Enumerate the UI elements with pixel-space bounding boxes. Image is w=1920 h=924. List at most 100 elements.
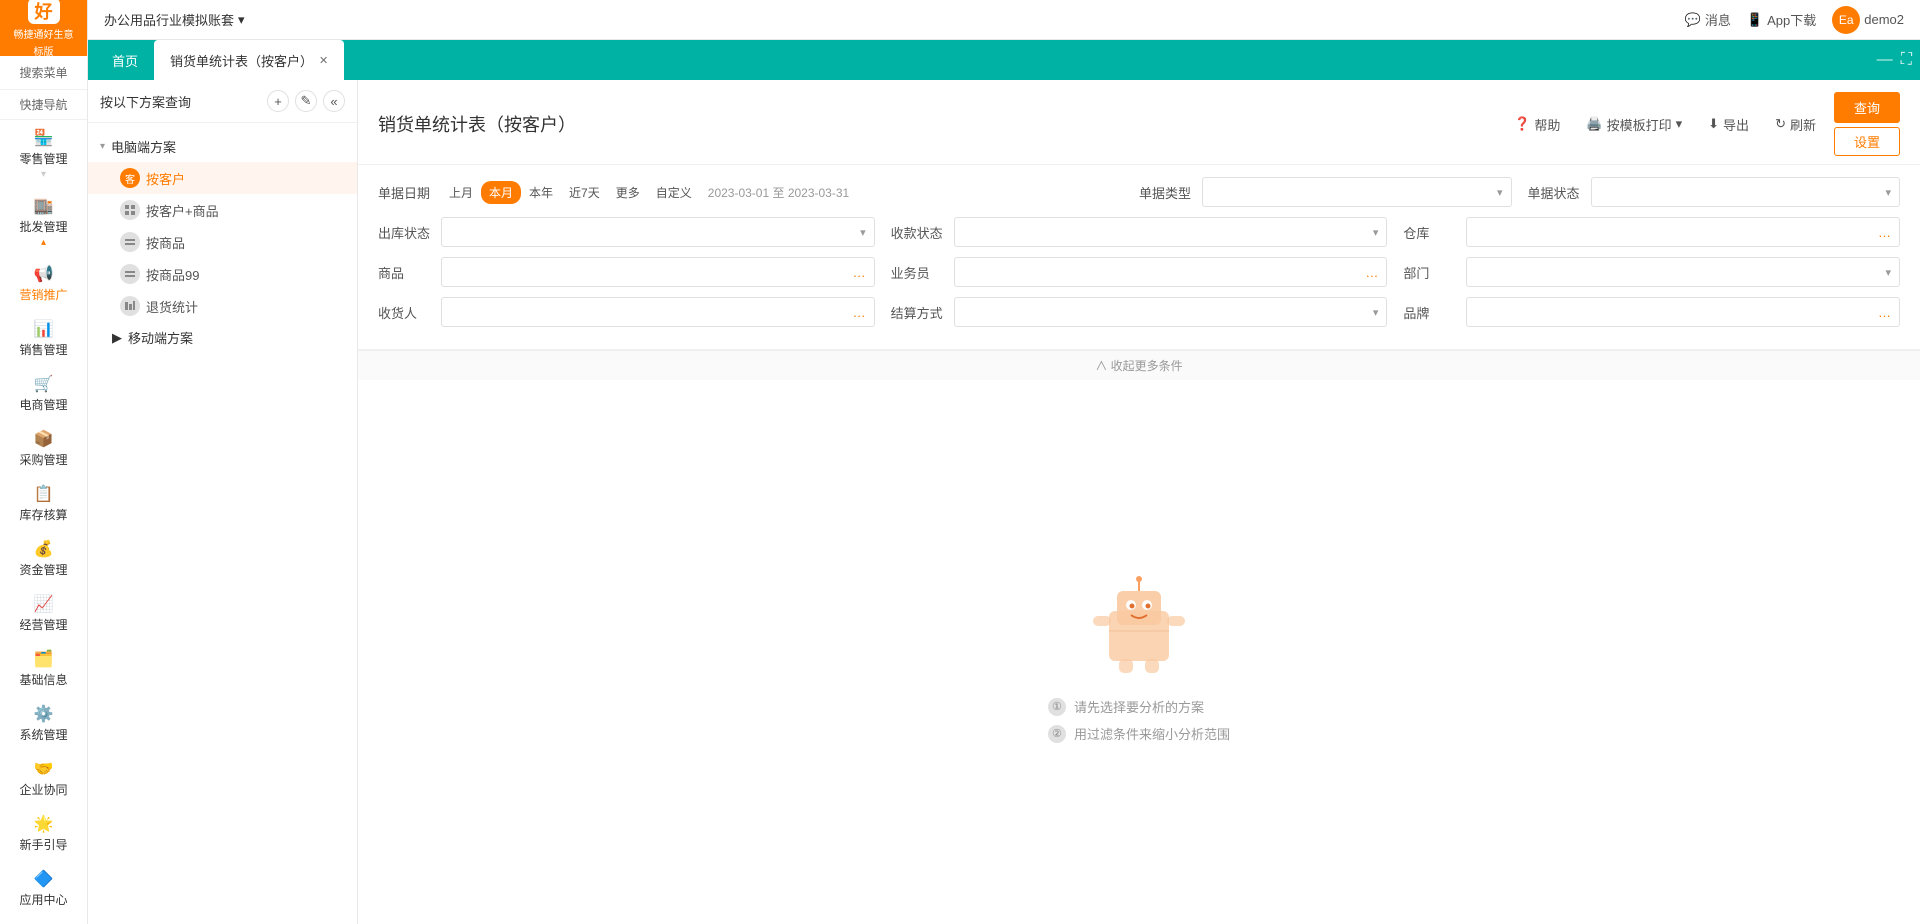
message-button[interactable]: 💬 消息: [1685, 10, 1731, 29]
salesperson-more-icon: …: [1365, 265, 1378, 280]
brand-select[interactable]: …: [1466, 297, 1900, 327]
print-button[interactable]: 🖨️ 按模板打印 ▾: [1578, 111, 1690, 138]
tab-close-icon[interactable]: ✕: [319, 54, 328, 67]
tab-maximize-icon[interactable]: ⛶: [1901, 51, 1912, 69]
scheme-by-goods[interactable]: 按商品: [88, 226, 357, 258]
logo-text: 畅捷通好生意: [14, 26, 74, 41]
sidebar-item-wholesale[interactable]: 🏬 批发管理 ▴: [0, 188, 87, 256]
goods99-scheme-icon: [120, 264, 140, 284]
industry-chevron: ▾: [238, 12, 245, 28]
goods-more-icon: …: [853, 265, 866, 280]
app-download-label: App下载: [1767, 10, 1816, 29]
salesperson-select[interactable]: …: [954, 257, 1388, 287]
warehouse-more-icon: …: [1878, 225, 1891, 240]
sidebar-item-basic[interactable]: 🗂️ 基础信息: [0, 641, 87, 696]
sidebar-item-purchase[interactable]: 📦 采购管理: [0, 421, 87, 476]
left-panel: 按以下方案查询 + ✎ « ▾ 电脑端方案 客 按客户: [88, 80, 358, 924]
settings-button[interactable]: 设置: [1834, 127, 1900, 156]
date-label: 单据日期: [378, 183, 433, 202]
message-label: 消息: [1705, 10, 1731, 29]
purchase-icon: 📦: [34, 429, 54, 449]
date-tab-last-7-days[interactable]: 近7天: [561, 181, 608, 204]
date-tab-more[interactable]: 更多: [608, 181, 648, 204]
sidebar-item-finance[interactable]: 💰 资金管理: [0, 531, 87, 586]
refresh-button[interactable]: ↻ 刷新: [1767, 111, 1824, 138]
sidebar-item-ecommerce[interactable]: 🛒 电商管理: [0, 366, 87, 421]
left-panel-title: 按以下方案查询: [100, 92, 191, 111]
sidebar-item-appcenter[interactable]: 🔷 应用中心: [0, 861, 87, 916]
retail-icon: 🏪: [34, 128, 54, 148]
logo: 好 畅捷通好生意 标版: [0, 0, 87, 56]
out-status-select[interactable]: ▾: [441, 217, 875, 247]
scheme-return-stats-label: 退货统计: [146, 297, 198, 316]
add-scheme-button[interactable]: +: [267, 90, 289, 112]
sidebar-item-corp[interactable]: 🤝 企业协同: [0, 751, 87, 806]
warehouse-select[interactable]: …: [1466, 217, 1900, 247]
goods-select[interactable]: …: [441, 257, 875, 287]
download-icon: 📱: [1747, 12, 1763, 28]
sidebar-quick-nav[interactable]: 快捷导航: [0, 90, 87, 120]
sidebar-item-sales[interactable]: 📊 销售管理: [0, 311, 87, 366]
sidebar-purchase-label: 采购管理: [19, 451, 67, 468]
sidebar-item-inventory[interactable]: 📋 库存核算: [0, 476, 87, 531]
date-tab-last-month[interactable]: 上月: [441, 181, 481, 204]
tab-home-label: 首页: [112, 51, 138, 70]
settlement-select[interactable]: ▾: [954, 297, 1388, 327]
finance-icon: 💰: [34, 539, 54, 559]
export-button[interactable]: ⬇ 导出: [1700, 111, 1757, 138]
date-tab-this-year[interactable]: 本年: [521, 181, 561, 204]
filter-row-1: 单据日期 上月 本月 本年 近7天 更多 自定义 2023-03-01 至 20…: [378, 177, 1900, 207]
scheme-by-goods-label: 按商品: [146, 233, 185, 252]
sidebar-item-wechat[interactable]: 💬 企业微信: [0, 916, 87, 924]
order-status-select[interactable]: ▾: [1591, 177, 1901, 207]
scheme-by-customer[interactable]: 客 按客户: [88, 162, 357, 194]
tab-sales-stats[interactable]: 销货单统计表（按客户） ✕: [154, 40, 344, 80]
avatar: Ea: [1832, 6, 1860, 34]
receiver-select[interactable]: …: [441, 297, 875, 327]
mobile-group-header[interactable]: ▶ 移动端方案: [88, 322, 357, 353]
scheme-by-goods-99[interactable]: 按商品99: [88, 258, 357, 290]
sidebar-inventory-label: 库存核算: [19, 506, 67, 523]
date-tab-this-month[interactable]: 本月: [481, 181, 521, 204]
corp-icon: 🤝: [34, 759, 54, 779]
sidebar-search-menu[interactable]: 搜索菜单: [0, 56, 87, 90]
help-button[interactable]: ❓ 帮助: [1506, 111, 1568, 138]
order-type-select[interactable]: ▾: [1202, 177, 1512, 207]
scheme-return-stats[interactable]: 退货统计: [88, 290, 357, 322]
collapse-more-conditions[interactable]: ∧ 收起更多条件: [358, 350, 1920, 380]
query-button[interactable]: 查询: [1834, 92, 1900, 123]
out-status-chevron: ▾: [860, 226, 866, 239]
receiver-filter-item: 收货人 …: [378, 297, 875, 327]
empty-illustration: [1079, 561, 1199, 681]
filter-row-4: 收货人 … 结算方式 ▾ 品牌: [378, 297, 1900, 327]
order-status-label: 单据状态: [1528, 183, 1583, 202]
collapse-panel-button[interactable]: «: [323, 90, 345, 112]
content-area: 按以下方案查询 + ✎ « ▾ 电脑端方案 客 按客户: [88, 80, 1920, 924]
sidebar-sales-label: 销售管理: [19, 341, 67, 358]
user-profile[interactable]: Ea demo2: [1832, 6, 1904, 34]
scheme-by-customer-goods[interactable]: 按客户+商品: [88, 194, 357, 226]
tab-minimize-icon[interactable]: —: [1877, 51, 1893, 69]
app-download-button[interactable]: 📱 App下载: [1747, 10, 1816, 29]
receive-status-filter-item: 收款状态 ▾: [891, 217, 1388, 247]
empty-tip-1-text: 请先选择要分析的方案: [1074, 697, 1204, 716]
date-tab-custom[interactable]: 自定义: [648, 181, 700, 204]
page-actions: ❓ 帮助 🖨️ 按模板打印 ▾ ⬇ 导出 ↻ 刷新: [1506, 92, 1900, 156]
tab-home[interactable]: 首页: [96, 40, 154, 80]
industry-select[interactable]: 办公用品行业模拟账套 ▾: [104, 10, 245, 29]
settlement-label: 结算方式: [891, 303, 946, 322]
sidebar-newuser-label: 新手引导: [19, 836, 67, 853]
desktop-group-header[interactable]: ▾ 电脑端方案: [88, 131, 357, 162]
empty-tip-2-text: 用过滤条件来缩小分析范围: [1074, 724, 1230, 743]
edit-scheme-button[interactable]: ✎: [295, 90, 317, 112]
sidebar-item-newuser[interactable]: 🌟 新手引导: [0, 806, 87, 861]
sales-icon: 📊: [34, 319, 54, 339]
sidebar-item-operations[interactable]: 📈 经营管理: [0, 586, 87, 641]
receive-status-select[interactable]: ▾: [954, 217, 1388, 247]
mobile-group-label: 移动端方案: [128, 328, 193, 347]
sidebar-item-marketing[interactable]: 📢 营销推广: [0, 256, 87, 311]
dept-select[interactable]: ▾: [1466, 257, 1900, 287]
sidebar-item-retail[interactable]: 🏪 零售管理 ▾: [0, 120, 87, 188]
sidebar-item-system[interactable]: ⚙️ 系统管理: [0, 696, 87, 751]
desktop-group-label: 电脑端方案: [111, 137, 176, 156]
